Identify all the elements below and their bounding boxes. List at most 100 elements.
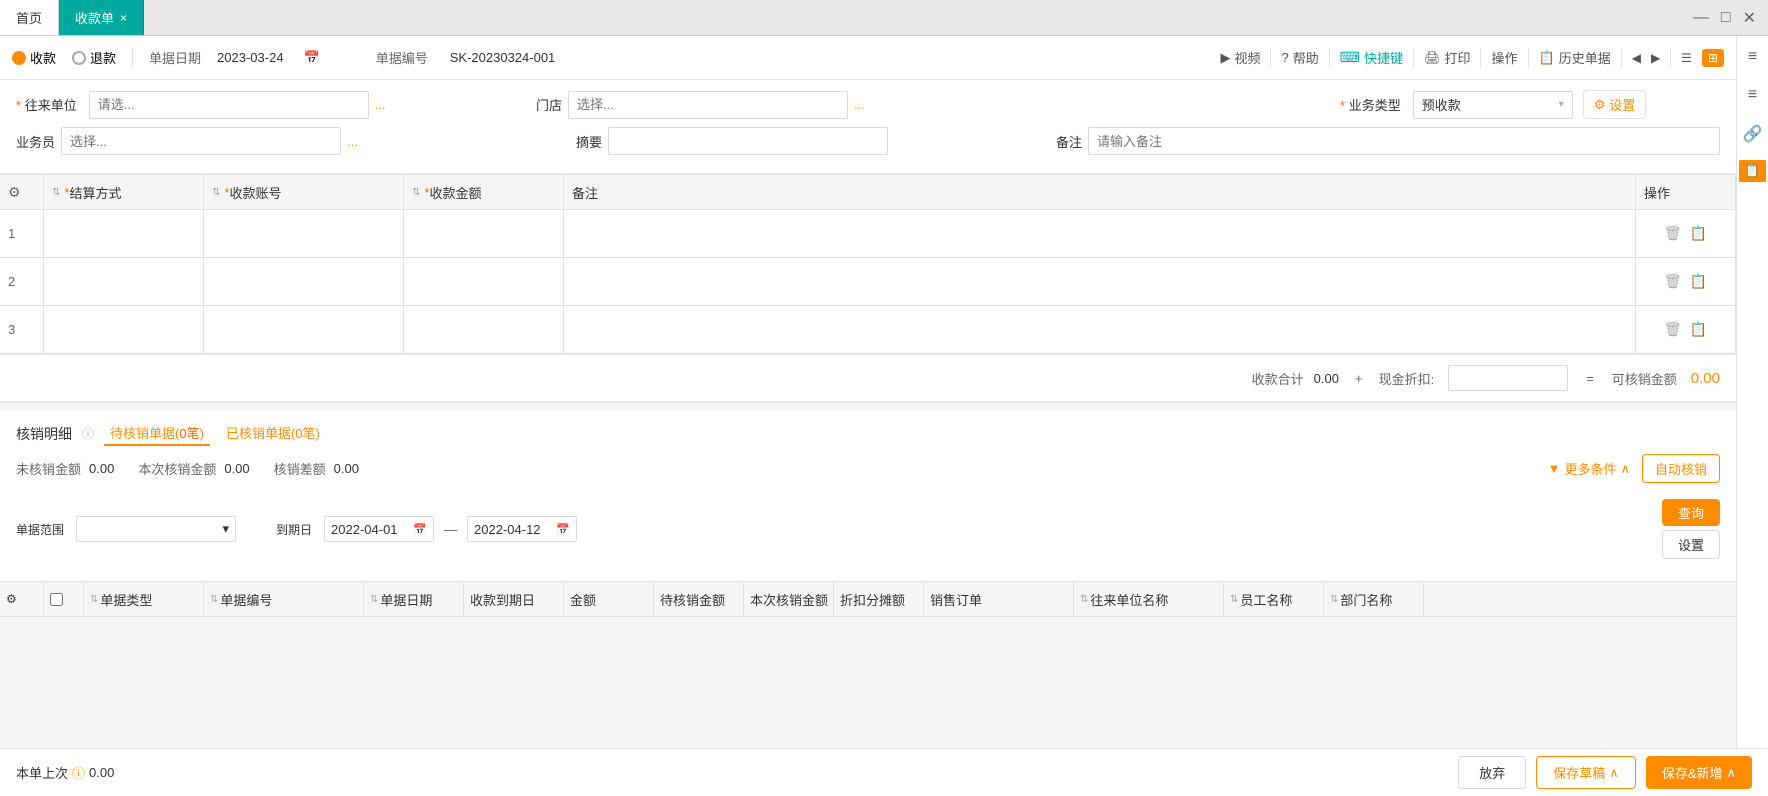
tab-pending-label: 待核销单据(0笔) [110, 426, 204, 441]
td-settlement-1[interactable] [44, 210, 204, 257]
salesperson-field: 业务员 ... [16, 127, 496, 155]
header-checkbox[interactable] [50, 593, 63, 606]
td-amount-1[interactable] [404, 210, 564, 257]
td-account-1[interactable] [204, 210, 404, 257]
print-button[interactable]: 🖨 打印 [1424, 48, 1471, 67]
td-num-1: 1 [0, 210, 44, 257]
auto-verify-button[interactable]: 自动核销 [1642, 454, 1720, 483]
lth-sort-1: ⇅ [90, 594, 98, 605]
history-icon: 📋 [1539, 50, 1555, 66]
table-row: 1 🗑 📋 [0, 210, 1736, 258]
td-remark-1[interactable] [564, 210, 1636, 257]
td-settlement-2[interactable] [44, 258, 204, 305]
range-select[interactable]: ▾ [76, 516, 236, 542]
abandon-button[interactable]: 放弃 [1458, 756, 1526, 789]
td-settlement-3[interactable] [44, 306, 204, 353]
date-calendar-icon[interactable]: 📅 [304, 50, 320, 66]
window-controls: — □ ✕ [1693, 8, 1768, 28]
shortcut-button[interactable]: ⌨ 快捷键 [1340, 48, 1403, 67]
tab-pending[interactable]: 待核销单据(0笔) [104, 421, 210, 446]
radio-tuikuan-label: 退款 [90, 48, 116, 67]
copy-row-3-icon[interactable]: 📋 [1690, 321, 1707, 338]
business-type-select[interactable]: 预收款 ▾ [1413, 91, 1573, 119]
verify-actions: ▼ 更多条件 ∧ 自动核销 [1548, 454, 1720, 483]
td-amount-2[interactable] [404, 258, 564, 305]
td-remark-3[interactable] [564, 306, 1636, 353]
date-from-input[interactable]: 2022-04-01 📅 [324, 516, 434, 542]
sidebar-icon-4[interactable]: 📋 [1739, 160, 1765, 182]
td-amount-3[interactable] [404, 306, 564, 353]
lower-table: ⚙ ⇅ 单据类型 ⇅ 单据编号 ⇅ 单据日期 收款到期日 金额 [0, 581, 1736, 617]
tab-home[interactable]: 首页 [0, 0, 59, 35]
abstract-input[interactable] [608, 127, 888, 155]
remark-input[interactable] [1088, 127, 1720, 155]
total-value: 0.00 [1314, 371, 1339, 386]
lth-discount-label: 折扣分摊额 [840, 590, 905, 609]
draft-button[interactable]: 保存草稿 ∧ [1536, 756, 1636, 789]
lth-type-label: 单据类型 [100, 590, 152, 609]
td-account-2[interactable] [204, 258, 404, 305]
delete-row-2-icon[interactable]: 🗑 [1664, 273, 1682, 290]
lth-employee: ⇅ 员工名称 [1224, 582, 1324, 616]
lth-dept-label: 部门名称 [1340, 590, 1392, 609]
nav-right-button[interactable]: ▶ [1651, 51, 1660, 65]
maximize-button[interactable]: □ [1721, 9, 1731, 27]
td-account-3[interactable] [204, 306, 404, 353]
store-more-btn[interactable]: ... [854, 97, 865, 112]
sort-icon-2: ⇅ [212, 187, 220, 198]
lth-amount-label: 金额 [570, 590, 596, 609]
lth-checkbox[interactable] [44, 582, 84, 616]
help-icon: ? [1281, 50, 1288, 65]
salesperson-more-btn[interactable]: ... [347, 134, 358, 149]
tab-done[interactable]: 已核销单据(0笔) [220, 421, 326, 446]
delete-row-3-icon[interactable]: 🗑 [1664, 321, 1682, 338]
sidebar-icon-3[interactable]: 🔗 [1739, 120, 1767, 148]
setting-button-2[interactable]: 设置 [1662, 530, 1720, 559]
save-new-button[interactable]: 保存&新增 ∧ [1646, 756, 1752, 789]
list-view-button[interactable]: ☰ [1681, 51, 1692, 65]
verify-header-row: 核销明细 ⓘ 待核销单据(0笔) 已核销单据(0笔) [16, 421, 1720, 454]
counterparty-input[interactable] [89, 91, 369, 119]
help-button[interactable]: ? 帮助 [1281, 48, 1318, 67]
store-input[interactable] [568, 91, 848, 119]
verify-section: 核销明细 ⓘ 待核销单据(0笔) 已核销单据(0笔) 未核销金额 0.00 本次… [0, 411, 1736, 581]
more-conditions-btn[interactable]: ▼ 更多条件 ∧ [1548, 459, 1630, 478]
diff-value: 0.00 [334, 461, 359, 476]
toolbar-mid: 单据日期 2023-03-24 📅 单据编号 SK-20230324-001 [149, 48, 1204, 67]
tab-active[interactable]: 收款单 × [59, 0, 144, 35]
lth-date-label: 单据日期 [380, 590, 432, 609]
sidebar-icon-1[interactable]: ≡ [1744, 44, 1761, 70]
date-label: 单据日期 [149, 48, 201, 67]
operation-button[interactable]: 操作 [1491, 48, 1517, 67]
bottom-info-icon: ⓘ [72, 763, 85, 782]
date-to-input[interactable]: 2022-04-12 📅 [467, 516, 577, 542]
nav-left-button[interactable]: ◀ [1632, 51, 1641, 65]
minimize-button[interactable]: — [1693, 9, 1709, 27]
query-button[interactable]: 查询 [1662, 499, 1720, 526]
lth-gear[interactable]: ⚙ [0, 582, 44, 616]
th-gear[interactable]: ⚙ [0, 175, 44, 209]
diff-label: 核销差额 [274, 459, 326, 478]
copy-row-2-icon[interactable]: 📋 [1690, 273, 1707, 290]
lth-counterparty: ⇅ 往来单位名称 [1074, 582, 1224, 616]
discount-input[interactable] [1448, 365, 1568, 391]
close-window-button[interactable]: ✕ [1743, 8, 1756, 28]
lth-dept: ⇅ 部门名称 [1324, 582, 1424, 616]
td-num-3: 3 [0, 306, 44, 353]
sidebar-icon-2[interactable]: ≡ [1744, 82, 1761, 108]
gear-icon[interactable]: ⚙ [8, 184, 21, 201]
history-button[interactable]: 📋 历史单据 [1539, 48, 1611, 67]
tab-close-icon[interactable]: × [120, 11, 127, 25]
td-remark-2[interactable] [564, 258, 1636, 305]
delete-row-1-icon[interactable]: 🗑 [1664, 225, 1682, 242]
copy-row-1-icon[interactable]: 📋 [1690, 225, 1707, 242]
radio-tuikuan[interactable]: 退款 [72, 48, 116, 67]
video-button[interactable]: ▶ 视频 [1220, 48, 1260, 67]
lth-type: ⇅ 单据类型 [84, 582, 204, 616]
salesperson-input[interactable] [61, 127, 341, 155]
grid-view-button[interactable]: ⊞ [1702, 49, 1724, 67]
radio-shoukuan[interactable]: 收款 [12, 48, 56, 67]
counterparty-more-btn[interactable]: ... [375, 97, 386, 112]
number-label: 单据编号 [376, 48, 428, 67]
settings-button[interactable]: ⚙ 设置 [1583, 90, 1647, 119]
